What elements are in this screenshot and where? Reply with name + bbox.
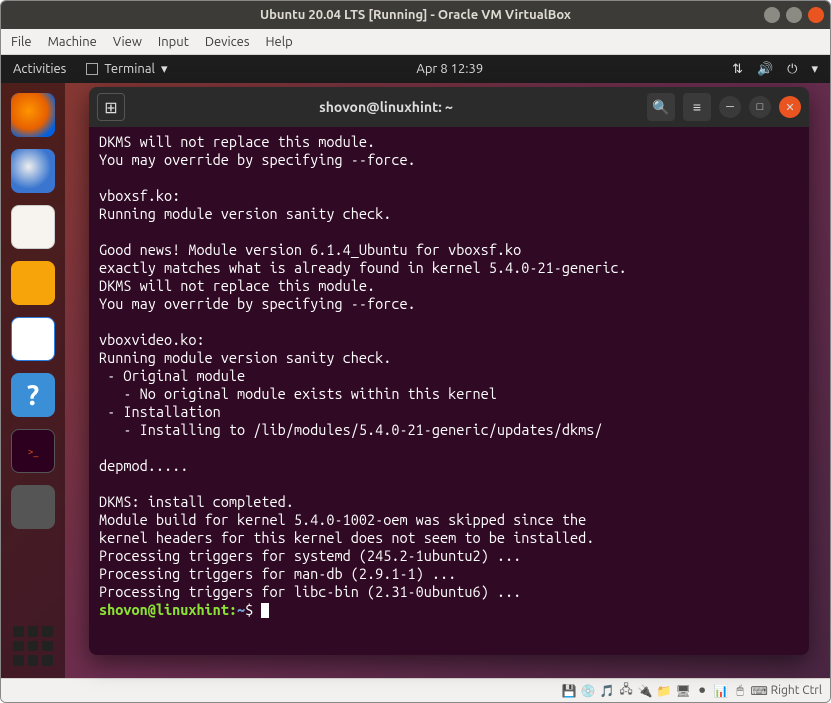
help-icon[interactable]: ? [11,373,55,417]
thunderbird-icon[interactable] [11,149,55,193]
vbox-menu-file[interactable]: File [11,35,32,49]
vbox-menu-machine[interactable]: Machine [48,35,97,49]
chevron-down-icon: ▾ [161,62,168,77]
search-button[interactable]: 🔍 [647,93,675,121]
display-icon[interactable]: 🖥 [676,683,691,698]
usb-icon[interactable]: 🔌 [638,683,653,698]
terminal-window: ⊞ shovon@linuxhint: ~ 🔍 ≡ ─ □ ✕ DKMS wil… [89,87,809,655]
chevron-down-icon[interactable]: ▾ [811,62,818,77]
topbar-datetime[interactable]: Apr 8 12:39 [416,62,483,76]
recording-icon[interactable]: ⏺ [695,683,710,698]
vbox-menu-help[interactable]: Help [266,35,293,49]
vbox-close-button[interactable] [808,7,824,23]
terminal-dock-icon[interactable]: >_ [11,429,55,473]
maximize-button[interactable]: □ [749,96,771,118]
hamburger-menu-button[interactable]: ≡ [683,93,711,121]
virtualbox-window: Ubuntu 20.04 LTS [Running] - Oracle VM V… [0,0,831,703]
vbox-maximize-button[interactable] [786,7,802,23]
vbox-title-text: Ubuntu 20.04 LTS [Running] - Oracle VM V… [260,8,571,22]
network-status-icon[interactable]: 🖧 [619,683,634,698]
ubuntu-desktop: Activities Terminal ▾ Apr 8 12:39 ⇅ 🔊 ⏻ … [1,55,830,678]
vbox-menubar: File Machine View Input Devices Help [1,29,830,55]
power-icon[interactable]: ⏻ [787,62,797,77]
rhythmbox-icon[interactable] [11,261,55,305]
mouse-integration-icon[interactable]: 🖱 [733,683,748,698]
host-key-label[interactable]: Right Ctrl [771,684,822,697]
audio-icon[interactable]: 🎵 [600,683,615,698]
harddisk-icon[interactable]: 💾 [562,683,577,698]
gnome-topbar: Activities Terminal ▾ Apr 8 12:39 ⇅ 🔊 ⏻ … [1,55,830,83]
firefox-icon[interactable] [11,93,55,137]
dock: ? >_ [1,83,65,678]
vbox-titlebar[interactable]: Ubuntu 20.04 LTS [Running] - Oracle VM V… [1,1,830,29]
optical-icon[interactable]: 💿 [581,683,596,698]
network-icon[interactable]: ⇅ [732,62,743,77]
close-button[interactable]: ✕ [779,96,801,118]
shared-folders-icon[interactable]: 📁 [657,683,672,698]
vbox-menu-input[interactable]: Input [158,35,189,49]
vbox-menu-view[interactable]: View [113,35,142,49]
vbox-statusbar: 💾 💿 🎵 🖧 🔌 📁 🖥 ⏺ 📊 🖱 ⌨ Right Ctrl [1,678,830,702]
cpu-icon[interactable]: 📊 [714,683,729,698]
topbar-app-label: Terminal [104,62,155,76]
show-applications-button[interactable] [13,626,53,666]
settings-icon[interactable] [11,485,55,529]
minimize-button[interactable]: ─ [719,96,741,118]
new-tab-button[interactable]: ⊞ [97,93,125,121]
files-icon[interactable] [11,205,55,249]
activities-button[interactable]: Activities [13,62,66,76]
topbar-app-menu[interactable]: Terminal ▾ [86,62,167,77]
terminal-icon [86,63,98,75]
terminal-headerbar[interactable]: ⊞ shovon@linuxhint: ~ 🔍 ≡ ─ □ ✕ [89,87,809,127]
vbox-minimize-button[interactable] [764,7,780,23]
vbox-menu-devices[interactable]: Devices [205,35,250,49]
keyboard-icon[interactable]: ⌨ [752,683,767,698]
desktop-body: ? >_ ⊞ shovon@linuxhint: ~ 🔍 ≡ ─ □ ✕ [1,83,830,678]
terminal-title: shovon@linuxhint: ~ [133,99,639,115]
libreoffice-writer-icon[interactable] [11,317,55,361]
volume-icon[interactable]: 🔊 [757,62,773,77]
terminal-output[interactable]: DKMS will not replace this module. You m… [89,127,809,655]
